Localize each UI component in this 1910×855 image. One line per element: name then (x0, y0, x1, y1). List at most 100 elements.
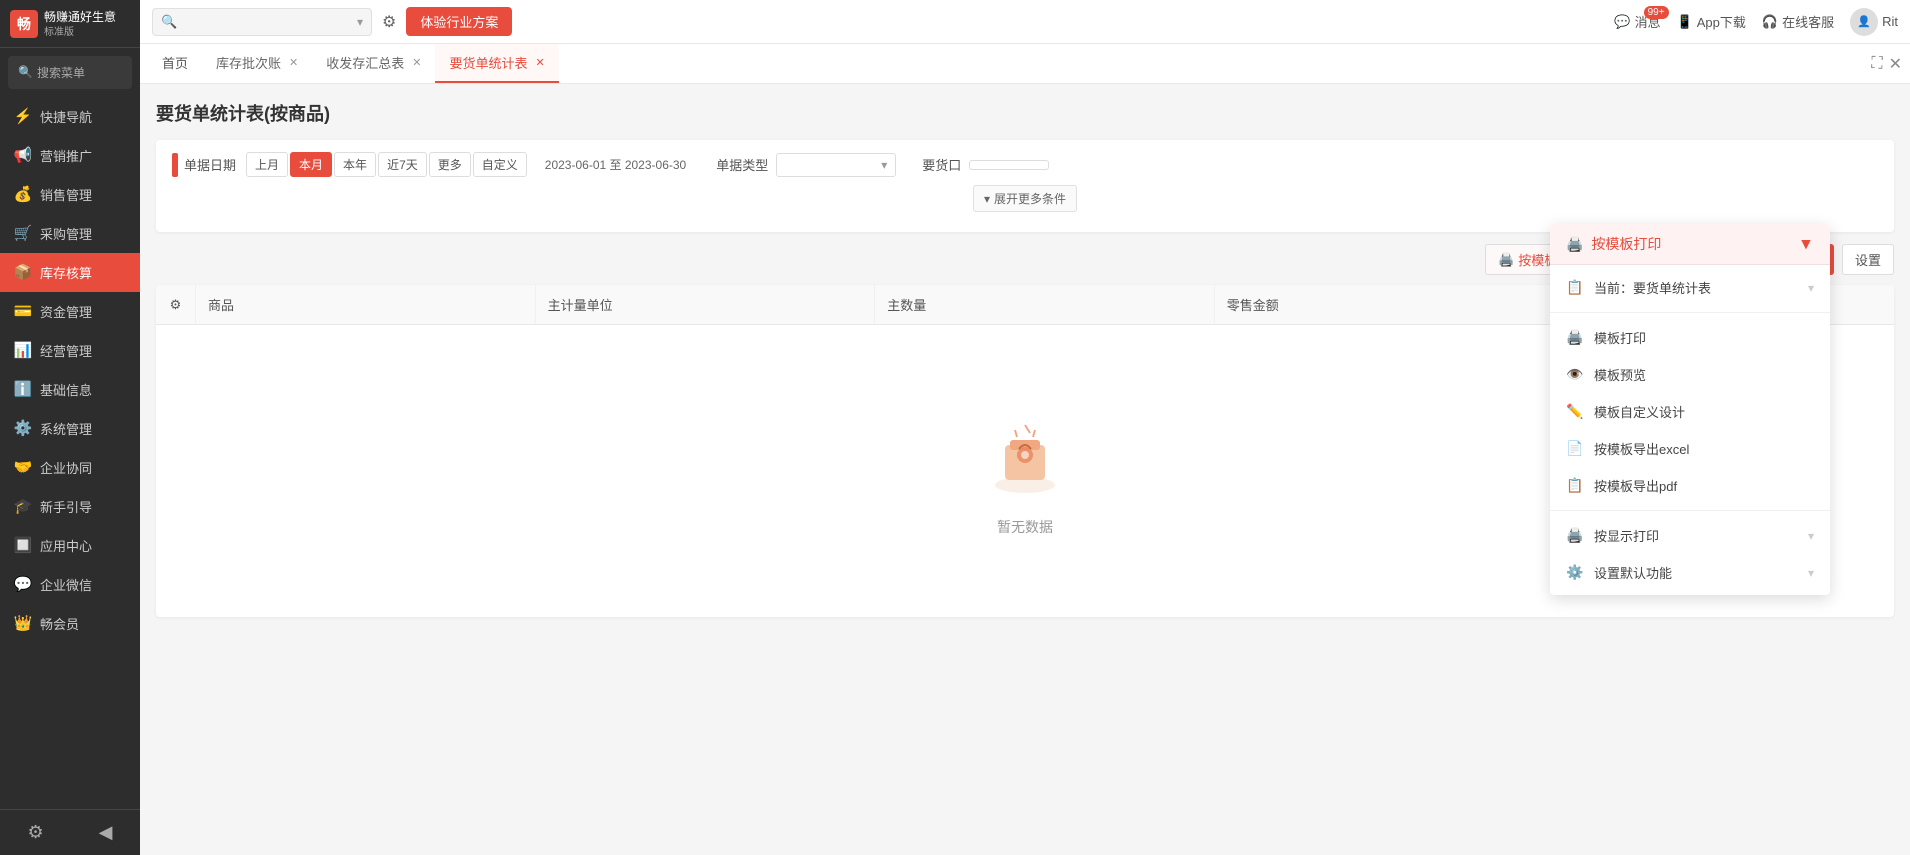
inventory-icon: 📦 (14, 263, 32, 281)
sidebar-item-finance[interactable]: 💳 资金管理 (0, 292, 140, 331)
type-select[interactable]: ▾ (776, 153, 896, 177)
user-avatar[interactable]: 👤 Rit (1850, 8, 1898, 36)
gear-button[interactable]: ⚙ (382, 12, 396, 32)
filter-row-date: 单据日期 上月 本月 本年 近7天 更多 自定义 2023-06-01 至 20… (172, 152, 1878, 177)
tab-inventory-batch[interactable]: 库存批次账 ✕ (202, 44, 312, 83)
collapse-btn[interactable]: ◀ (91, 818, 121, 847)
wechat-icon: 💬 (14, 575, 32, 593)
page-content: 要货单统计表(按商品) 单据日期 上月 本月 本年 近7天 更多 自定义 202… (140, 84, 1910, 855)
dropdown-item-template-print[interactable]: 🖨️ 模板打印 (1550, 319, 1830, 356)
tab-order-stats[interactable]: 要货单统计表 ✕ (435, 44, 558, 83)
dropdown-item-set-default[interactable]: ⚙️ 设置默认功能 ▾ (1550, 554, 1830, 591)
marketing-icon: 📢 (14, 146, 32, 164)
settings-btn[interactable]: 设置 (1842, 244, 1894, 275)
close-tab-icon[interactable]: ✕ (1889, 54, 1902, 74)
sidebar-item-basic[interactable]: ℹ️ 基础信息 (0, 370, 140, 409)
sidebar-logo: 畅 畅赚通好生意 标准版 (0, 0, 140, 48)
dropdown-item-export-excel[interactable]: 📄 按模板导出excel (1550, 430, 1830, 467)
sidebar-item-quick-nav[interactable]: ⚡ 快捷导航 (0, 97, 140, 136)
top-search-bar[interactable]: 🔍 ▾ (152, 8, 372, 36)
date-btn-this-month[interactable]: 本月 (290, 152, 332, 177)
tab-collection-summary[interactable]: 收发存汇总表 ✕ (312, 44, 435, 83)
sidebar-item-marketing[interactable]: 📢 营销推广 (0, 136, 140, 175)
tabs-bar: 首页 库存批次账 ✕ 收发存汇总表 ✕ 要货单统计表 ✕ ⛶ ✕ (140, 44, 1910, 84)
close-tab-collection-summary[interactable]: ✕ (412, 56, 421, 69)
sidebar-item-sales[interactable]: 💰 销售管理 (0, 175, 140, 214)
empty-text: 暂无数据 (997, 517, 1053, 537)
empty-illustration (975, 405, 1075, 505)
avatar-img: 👤 (1850, 8, 1878, 36)
dropdown-title: 按模板打印 (1591, 234, 1661, 254)
goods-select[interactable] (969, 160, 1049, 170)
template-print-label: 模板打印 (1594, 328, 1646, 347)
operation-icon: 📊 (14, 341, 32, 359)
dropdown-print-icon: 🖨️ (1566, 236, 1583, 253)
dropdown-item-template-custom[interactable]: ✏️ 模板自定义设计 (1550, 393, 1830, 430)
sidebar-item-label: 库存核算 (40, 263, 92, 282)
template-custom-icon: ✏️ (1566, 403, 1584, 420)
date-btn-this-year[interactable]: 本年 (334, 152, 376, 177)
sidebar-item-system[interactable]: ⚙️ 系统管理 (0, 409, 140, 448)
search-bar-icon: 🔍 (161, 14, 177, 30)
close-tab-inventory-batch[interactable]: ✕ (289, 56, 298, 69)
sidebar-item-label: 畅会员 (40, 614, 79, 633)
sales-icon: 💰 (14, 185, 32, 203)
date-btn-custom[interactable]: 自定义 (473, 152, 527, 177)
basic-icon: ℹ️ (14, 380, 32, 398)
sidebar-item-purchase[interactable]: 🛒 采购管理 (0, 214, 140, 253)
sidebar-item-operation[interactable]: 📊 经营管理 (0, 331, 140, 370)
main-area: 🔍 ▾ ⚙ 体验行业方案 💬 消息 99+ 📱 App下载 🎧 在线客服 👤 R… (140, 0, 1910, 855)
dropdown-close-btn[interactable]: ▲ (1798, 235, 1814, 253)
sidebar-item-label: 销售管理 (40, 185, 92, 204)
dropdown-current-item[interactable]: 📋 当前：要货单统计表 ▾ (1550, 269, 1830, 306)
tab-order-stats-label: 要货单统计表 (449, 53, 527, 72)
th-settings[interactable]: ⚙ (156, 285, 196, 324)
type-select-arrow: ▾ (881, 158, 887, 172)
sidebar-search-btn[interactable]: 🔍 搜索菜单 (8, 56, 132, 89)
tab-home[interactable]: 首页 (148, 44, 202, 83)
app-center-icon: 🔲 (14, 536, 32, 554)
maximize-icon[interactable]: ⛶ (1871, 55, 1882, 73)
sidebar-item-wechat[interactable]: 💬 企业微信 (0, 565, 140, 604)
sidebar-item-cooperation[interactable]: 🤝 企业协同 (0, 448, 140, 487)
sidebar-item-member[interactable]: 👑 畅会员 (0, 604, 140, 643)
export-excel-label: 按模板导出excel (1594, 439, 1689, 458)
date-range-display: 2023-06-01 至 2023-06-30 (545, 156, 686, 173)
sidebar-search-label: 搜索菜单 (37, 64, 85, 81)
search-dropdown-icon[interactable]: ▾ (357, 15, 363, 29)
type-filter-label: 单据类型 (716, 155, 768, 174)
app-download-btn[interactable]: 📱 App下载 (1677, 12, 1746, 31)
th-unit: 主计量单位 (536, 285, 876, 324)
settings-bottom-btn[interactable]: ⚙ (20, 818, 52, 847)
message-btn[interactable]: 💬 消息 99+ (1614, 12, 1660, 31)
newbie-icon: 🎓 (14, 497, 32, 515)
close-tab-order-stats[interactable]: ✕ (536, 56, 545, 69)
dropdown-item-template-preview[interactable]: 👁️ 模板预览 (1550, 356, 1830, 393)
dropdown-divider-2 (1550, 510, 1830, 511)
member-icon: 👑 (14, 614, 32, 632)
sidebar-item-app-center[interactable]: 🔲 应用中心 (0, 526, 140, 565)
search-input[interactable] (181, 15, 353, 29)
system-icon: ⚙️ (14, 419, 32, 437)
date-btn-more[interactable]: 更多 (429, 152, 471, 177)
message-icon: 💬 (1614, 14, 1630, 30)
filter-card: 单据日期 上月 本月 本年 近7天 更多 自定义 2023-06-01 至 20… (156, 140, 1894, 232)
display-print-label: 按显示打印 (1594, 526, 1659, 545)
sidebar-item-inventory[interactable]: 📦 库存核算 (0, 253, 140, 292)
app-logo-text: 畅赚通好生意 标准版 (44, 10, 116, 39)
print-icon: 🖨️ (1498, 252, 1514, 268)
dropdown-item-export-pdf[interactable]: 📋 按模板导出pdf (1550, 467, 1830, 504)
tab-inventory-batch-label: 库存批次账 (216, 53, 281, 72)
date-btn-7days[interactable]: 近7天 (378, 152, 427, 177)
template-print-icon: 🖨️ (1566, 329, 1584, 346)
trial-button[interactable]: 体验行业方案 (406, 7, 512, 36)
app-download-label: App下载 (1697, 12, 1746, 31)
sidebar-item-label: 企业协同 (40, 458, 92, 477)
date-btn-prev-month[interactable]: 上月 (246, 152, 288, 177)
dropdown-item-display-print[interactable]: 🖨️ 按显示打印 ▾ (1550, 517, 1830, 554)
expand-more-btn[interactable]: ▾ 展开更多条件 (973, 185, 1077, 212)
goods-filter-label: 要货口 (922, 155, 961, 174)
sidebar-item-newbie[interactable]: 🎓 新手引导 (0, 487, 140, 526)
online-service-btn[interactable]: 🎧 在线客服 (1762, 12, 1834, 31)
dropdown-sub-items: 🖨️ 按显示打印 ▾ ⚙️ 设置默认功能 ▾ (1550, 513, 1830, 595)
